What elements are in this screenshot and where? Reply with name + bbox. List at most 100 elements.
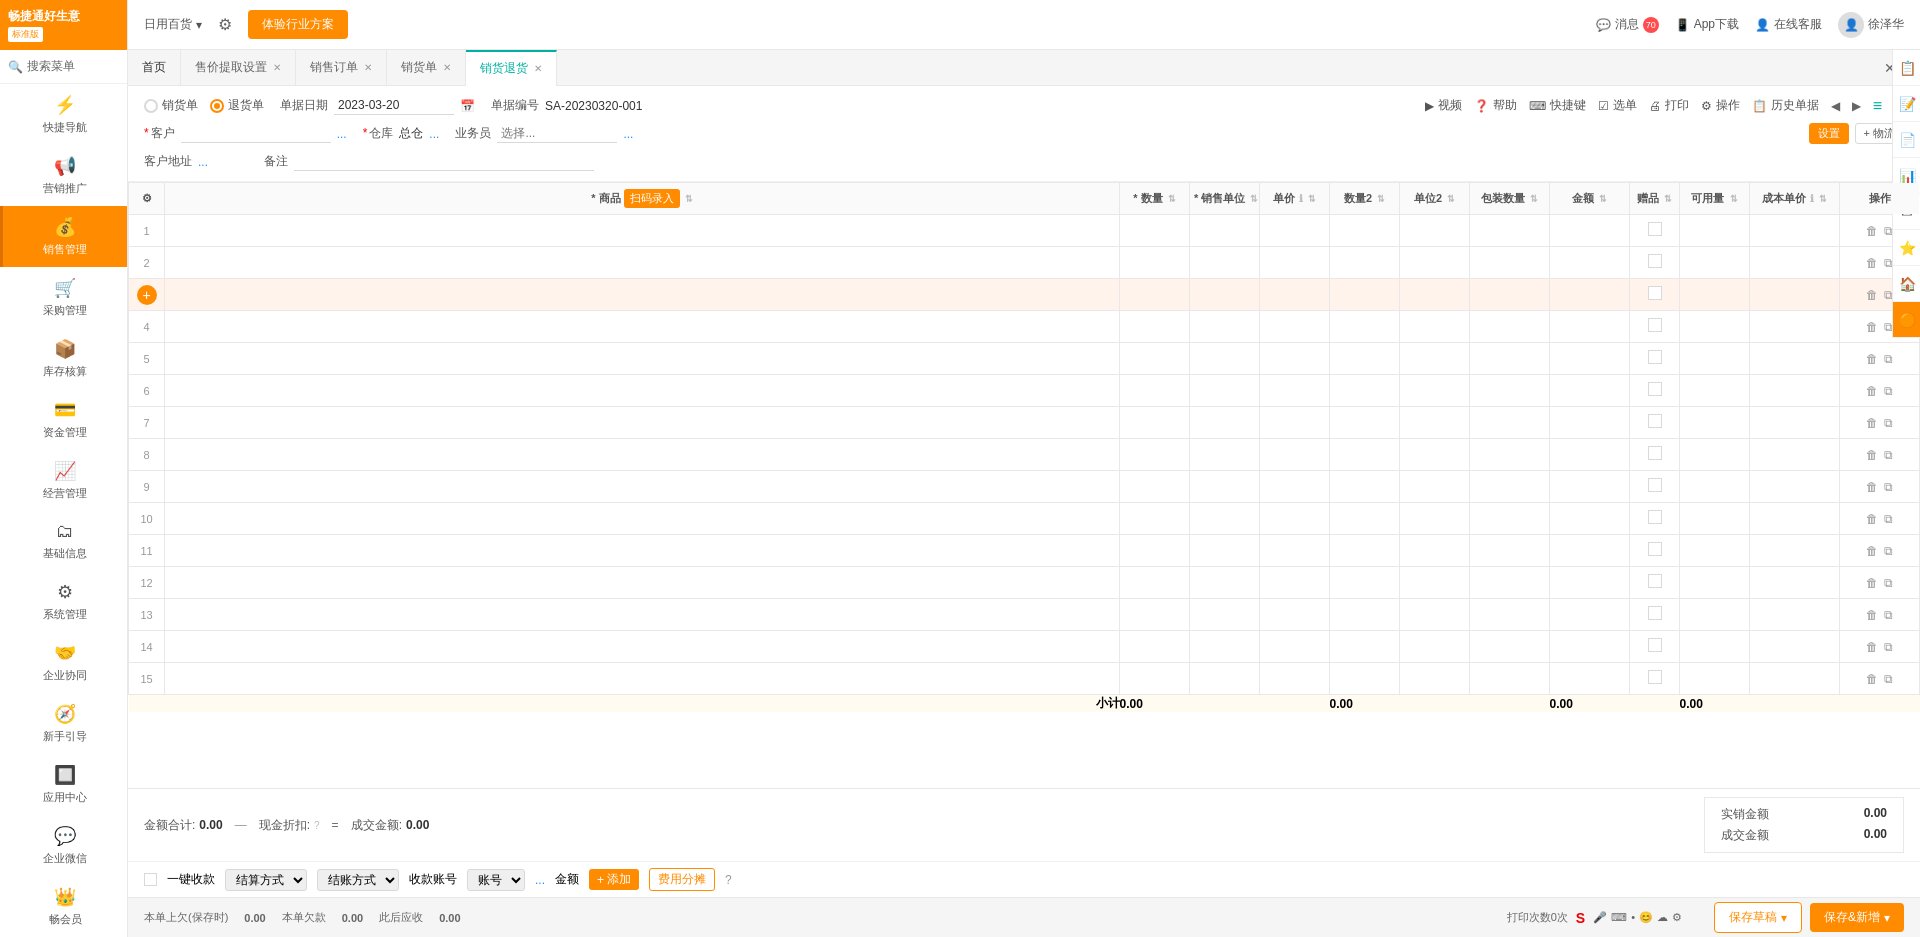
goods-cell[interactable]: [165, 279, 1120, 311]
tab-sales-delivery-close[interactable]: ✕: [443, 62, 451, 73]
th-amount-sort[interactable]: ⇅: [1599, 194, 1607, 204]
goods-cell[interactable]: [165, 567, 1120, 599]
delete-icon[interactable]: 🗑: [1866, 384, 1878, 398]
fee-split-btn[interactable]: 费用分摊: [649, 868, 715, 891]
gift-checkbox[interactable]: [1648, 446, 1662, 460]
add-payment-btn[interactable]: + 添加: [589, 869, 639, 890]
delete-icon[interactable]: 🗑: [1866, 256, 1878, 270]
delete-icon[interactable]: 🗑: [1866, 224, 1878, 238]
th-pack-sort[interactable]: ⇅: [1530, 194, 1538, 204]
delete-icon[interactable]: 🗑: [1866, 480, 1878, 494]
gift-checkbox[interactable]: [1648, 286, 1662, 300]
gift-checkbox[interactable]: [1648, 254, 1662, 268]
sidebar-item-guide[interactable]: 🧭 新手引导: [0, 693, 127, 754]
toolbar-video-btn[interactable]: ▶ 视频: [1425, 97, 1462, 114]
tab-price-settings[interactable]: 售价提取设置 ✕: [181, 50, 296, 86]
sidebar-item-quicknav[interactable]: ⚡ 快捷导航: [0, 84, 127, 145]
delete-icon[interactable]: 🗑: [1866, 448, 1878, 462]
copy-icon[interactable]: ⧉: [1884, 416, 1893, 430]
sidebar-item-basic[interactable]: 🗂 基础信息: [0, 511, 127, 571]
copy-icon[interactable]: ⧉: [1884, 672, 1893, 686]
sidebar-item-appstore[interactable]: 🔲 应用中心: [0, 754, 127, 815]
sidebar-item-vip[interactable]: 👑 畅会员: [0, 876, 127, 937]
side-icon-8[interactable]: 🟠: [1893, 302, 1920, 338]
keyboard-icon2[interactable]: ⌨: [1611, 911, 1627, 924]
add-row-btn[interactable]: +: [137, 285, 157, 305]
note-input[interactable]: [294, 152, 594, 171]
th-avail-sort[interactable]: ⇅: [1730, 194, 1738, 204]
sidebar-search-menu[interactable]: 🔍 搜索菜单: [0, 50, 127, 84]
goods-cell[interactable]: [165, 663, 1120, 695]
topbar-settings-icon[interactable]: ⚙: [218, 15, 232, 34]
delete-icon[interactable]: 🗑: [1866, 544, 1878, 558]
delete-icon[interactable]: 🗑: [1866, 608, 1878, 622]
online-service-btn[interactable]: 👤 在线客服: [1755, 16, 1822, 33]
customer-dots-btn[interactable]: ...: [337, 127, 347, 141]
goods-cell[interactable]: [165, 247, 1120, 279]
sidebar-item-sales[interactable]: 💰 销售管理: [0, 206, 127, 267]
date-input[interactable]: [334, 96, 454, 115]
toolbar-print-btn[interactable]: 🖨 打印: [1649, 97, 1689, 114]
salesperson-input[interactable]: [497, 124, 617, 143]
gift-checkbox[interactable]: [1648, 478, 1662, 492]
th-unit-sort[interactable]: ⇅: [1250, 194, 1258, 204]
copy-icon[interactable]: ⧉: [1884, 608, 1893, 622]
radio-sales-return[interactable]: 退货单: [210, 97, 264, 114]
sidebar-item-purchase[interactable]: 🛒 采购管理: [0, 267, 127, 328]
nav-prev-icon[interactable]: ◀: [1831, 99, 1840, 113]
toolbar-shortcut-btn[interactable]: ⌨ 快捷键: [1529, 97, 1586, 114]
customer-input[interactable]: [181, 124, 331, 143]
gift-checkbox[interactable]: [1648, 350, 1662, 364]
gift-checkbox[interactable]: [1648, 414, 1662, 428]
sidebar-item-finance[interactable]: 💳 资金管理: [0, 389, 127, 450]
sidebar-item-operations[interactable]: 📈 经营管理: [0, 450, 127, 511]
save-new-btn[interactable]: 保存&新增 ▾: [1810, 903, 1904, 932]
cloud-icon[interactable]: ☁: [1657, 911, 1668, 924]
gift-checkbox[interactable]: [1648, 318, 1662, 332]
face-icon[interactable]: 😊: [1639, 911, 1653, 924]
toolbar-history-btn[interactable]: 📋 历史单据: [1752, 97, 1819, 114]
warehouse-dots-btn[interactable]: ...: [429, 127, 439, 141]
th-qty2-sort[interactable]: ⇅: [1377, 194, 1385, 204]
tab-sales-order[interactable]: 销售订单 ✕: [296, 50, 387, 86]
write-off-select[interactable]: 结账方式: [317, 869, 399, 891]
copy-icon[interactable]: ⧉: [1884, 352, 1893, 366]
tab-sales-delivery[interactable]: 销货单 ✕: [387, 50, 466, 86]
mic-icon[interactable]: 🎤: [1593, 911, 1607, 924]
gift-checkbox[interactable]: [1648, 574, 1662, 588]
account-dots-btn[interactable]: ...: [535, 873, 545, 887]
goods-input[interactable]: [169, 288, 1115, 302]
delete-icon[interactable]: 🗑: [1866, 640, 1878, 654]
save-draft-btn[interactable]: 保存草稿 ▾: [1714, 902, 1802, 933]
radio-sales-delivery[interactable]: 销货单: [144, 97, 198, 114]
gift-checkbox[interactable]: [1648, 542, 1662, 556]
side-icon-6[interactable]: ⭐: [1893, 230, 1920, 266]
th-qty-sort[interactable]: ⇅: [1168, 194, 1176, 204]
salesperson-dots-btn[interactable]: ...: [623, 127, 633, 141]
scan-btn[interactable]: 扫码录入: [624, 189, 680, 208]
tab-sales-return[interactable]: 销货退货 ✕: [466, 50, 557, 86]
discount-info-icon[interactable]: ?: [314, 820, 320, 831]
goods-cell[interactable]: [165, 471, 1120, 503]
gift-checkbox[interactable]: [1648, 606, 1662, 620]
copy-icon[interactable]: ⧉: [1884, 576, 1893, 590]
fee-info-icon[interactable]: ?: [725, 873, 732, 887]
sidebar-item-system[interactable]: ⚙ 系统管理: [0, 571, 127, 632]
sidebar-item-marketing[interactable]: 📢 营销推广: [0, 145, 127, 206]
delete-icon[interactable]: 🗑: [1866, 288, 1878, 302]
user-profile[interactable]: 👤 徐泽华: [1838, 12, 1904, 38]
delete-icon[interactable]: 🗑: [1866, 512, 1878, 526]
category-selector[interactable]: 日用百货 ▾: [144, 16, 202, 33]
goods-cell[interactable]: [165, 407, 1120, 439]
th-gear[interactable]: ⚙: [129, 183, 165, 215]
goods-cell[interactable]: [165, 311, 1120, 343]
delete-icon[interactable]: 🗑: [1866, 416, 1878, 430]
toolbar-ops-btn[interactable]: ⚙ 操作: [1701, 97, 1740, 114]
th-goods-sort[interactable]: ⇅: [685, 194, 693, 204]
copy-icon[interactable]: ⧉: [1884, 544, 1893, 558]
settings2-icon[interactable]: ⚙: [1672, 911, 1682, 924]
copy-icon[interactable]: ⧉: [1884, 512, 1893, 526]
price-info-icon[interactable]: ℹ: [1299, 193, 1303, 204]
goods-cell[interactable]: [165, 535, 1120, 567]
tab-home[interactable]: 首页: [128, 50, 181, 86]
